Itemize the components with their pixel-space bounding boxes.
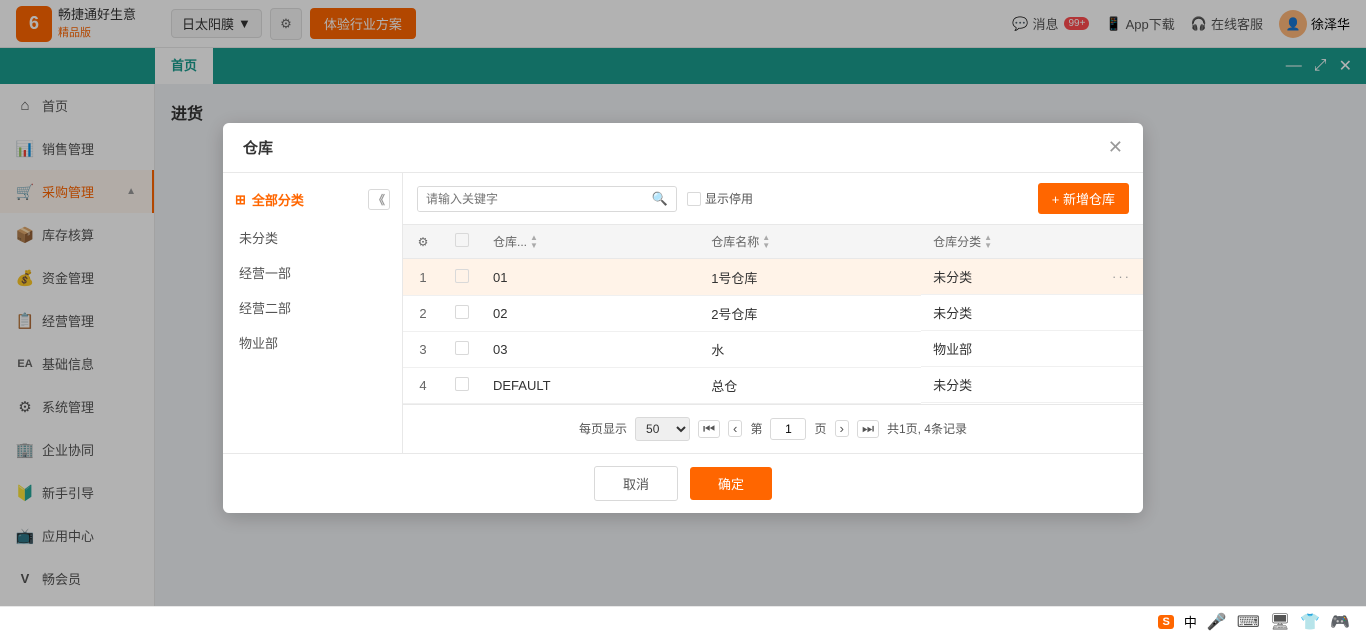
th-name[interactable]: 仓库名称 ▲▼ [699,225,921,259]
row-name: 1号仓库 [699,259,921,296]
category-item-dept1[interactable]: 经营一部 [223,255,402,290]
first-page-button[interactable]: ⏮ [698,420,720,438]
page-size-select[interactable]: 50 100 [635,417,690,441]
category-item-dept2[interactable]: 经营二部 [223,290,402,325]
row-category: 物业部 [921,331,1143,367]
row-checkbox[interactable] [455,269,469,283]
sort-icon: ▲▼ [762,234,770,250]
cancel-button[interactable]: 取消 [594,466,678,501]
row-name: 总仓 [699,367,921,403]
gamepad-icon[interactable]: 🎮 [1330,612,1350,632]
grid-icon: ⊞ [235,192,246,208]
keyboard-icon[interactable]: ⌨ [1237,612,1260,632]
th-code[interactable]: 仓库... ▲▼ [481,225,699,259]
row-code: 02 [481,295,699,331]
modal-header: 仓库 ✕ [223,123,1143,173]
row-checkbox[interactable] [455,377,469,391]
prev-page-button[interactable]: ‹ [728,420,742,437]
row-name: 2号仓库 [699,295,921,331]
category-item-unclassified[interactable]: 未分类 [223,220,402,255]
row-code: DEFAULT [481,367,699,403]
bottom-icons: S 中 🎤 ⌨ 🖥 👕 🎮 [1158,612,1350,632]
warehouse-table: ⚙ 仓库... ▲▼ [403,225,1143,404]
category-header: ⊞ 全部分类 《 [223,183,402,220]
last-page-button[interactable]: ⏭ [857,420,879,438]
row-num: 2 [403,295,443,331]
row-category: 未分类 [921,367,1143,403]
th-settings: ⚙ [403,225,443,259]
table-header-row: ⚙ 仓库... ▲▼ [403,225,1143,259]
lang-label: 中 [1184,612,1197,631]
sort-icon: ▲▼ [984,234,992,250]
row-checkbox-cell [443,331,481,367]
add-warehouse-button[interactable]: + 新增仓库 [1038,183,1129,214]
row-num: 1 [403,259,443,296]
modal-close-button[interactable]: ✕ [1108,137,1123,158]
page-number-input[interactable] [770,418,806,440]
row-category: 未分类 [921,295,1143,331]
row-code: 03 [481,331,699,367]
category-item-property[interactable]: 物业部 [223,325,402,360]
shirt-icon[interactable]: 👕 [1300,612,1320,632]
s-logo: S [1158,615,1173,629]
modal-title: 仓库 [243,137,273,158]
row-checkbox-cell [443,367,481,403]
mic-icon[interactable]: 🎤 [1207,612,1227,632]
row-checkbox[interactable] [455,305,469,319]
row-checkbox[interactable] [455,341,469,355]
search-input[interactable] [418,187,644,211]
table-row[interactable]: 2 02 2号仓库 未分类 [403,295,1143,331]
row-checkbox-cell [443,259,481,296]
table-row[interactable]: 4 DEFAULT 总仓 未分类 [403,367,1143,403]
th-checkbox [443,225,481,259]
search-box: 🔍 [417,186,677,212]
pagination: 每页显示 50 100 ⏮ ‹ 第 页 › ⏭ 共1页, 4条记录 [403,404,1143,453]
screen-icon[interactable]: 🖥 [1270,612,1290,632]
search-icon[interactable]: 🔍 [644,191,676,207]
row-category: 未分类 ··· [921,259,1143,295]
table-row[interactable]: 1 01 1号仓库 未分类 ··· [403,259,1143,296]
row-checkbox-cell [443,295,481,331]
sort-icon: ▲▼ [530,234,538,250]
warehouse-modal: 仓库 ✕ ⊞ 全部分类 《 未分类 经营一部 [223,123,1143,513]
table-toolbar: 🔍 显示停用 + 新增仓库 [403,173,1143,225]
th-category[interactable]: 仓库分类 ▲▼ [921,225,1143,259]
row-num: 4 [403,367,443,403]
collapse-panel-button[interactable]: 《 [368,189,390,210]
row-name: 水 [699,331,921,367]
disabled-checkbox[interactable] [687,192,701,206]
select-all-checkbox[interactable] [455,233,469,247]
bottom-bar: S 中 🎤 ⌨ 🖥 👕 🎮 [0,606,1366,636]
modal-footer: 取消 确定 [223,453,1143,513]
more-button[interactable]: ··· [1112,269,1131,284]
confirm-button[interactable]: 确定 [690,467,772,500]
row-num: 3 [403,331,443,367]
category-panel: ⊞ 全部分类 《 未分类 经营一部 经营二部 物业部 [223,173,403,453]
table-panel: 🔍 显示停用 + 新增仓库 ⚙ [403,173,1143,453]
next-page-button[interactable]: › [835,420,849,437]
show-disabled-checkbox[interactable]: 显示停用 [687,190,753,207]
modal-overlay: 仓库 ✕ ⊞ 全部分类 《 未分类 经营一部 [0,0,1366,636]
table-row[interactable]: 3 03 水 物业部 [403,331,1143,367]
row-code: 01 [481,259,699,296]
total-info: 共1页, 4条记录 [887,420,967,437]
modal-body: ⊞ 全部分类 《 未分类 经营一部 经营二部 物业部 [223,173,1143,453]
